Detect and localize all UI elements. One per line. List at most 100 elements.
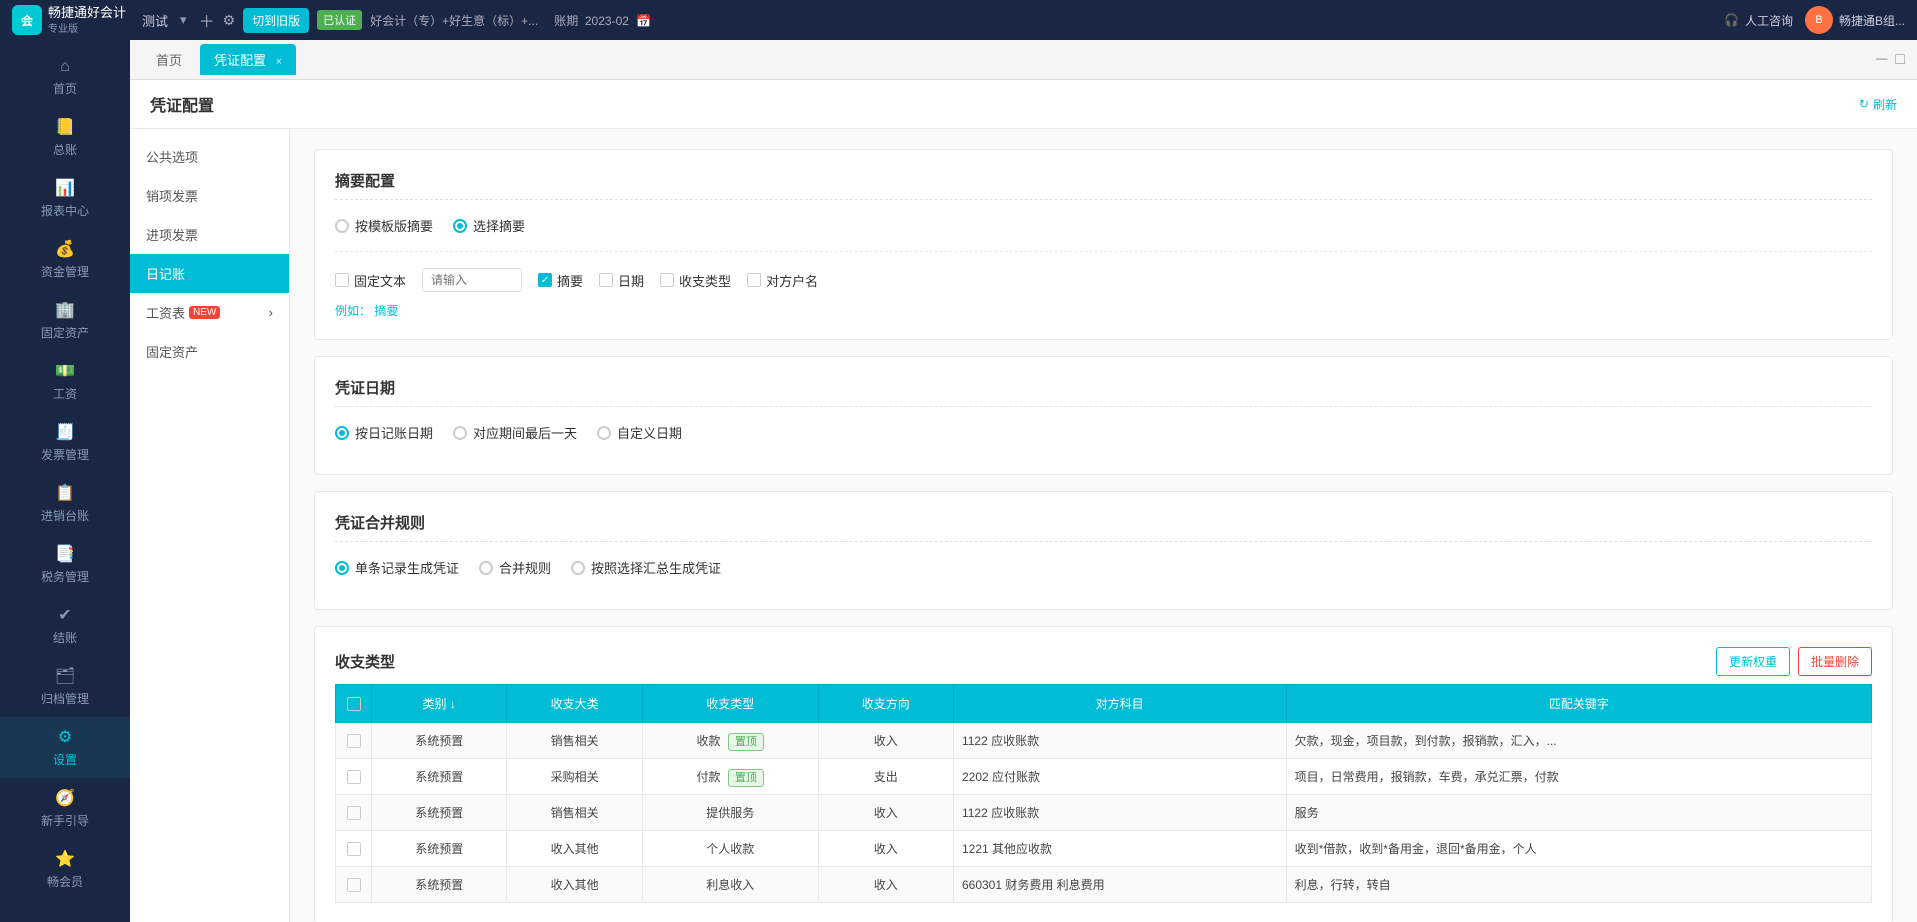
sidebar-item-salary[interactable]: 💵 工资 <box>0 351 130 412</box>
guide-icon: 🧭 <box>55 788 75 808</box>
sidebar-item-purchase[interactable]: 📋 进销台账 <box>0 473 130 534</box>
checkbox-income-type[interactable]: 收支类型 <box>660 271 731 290</box>
sidebar-label-home: 首页 <box>53 80 77 97</box>
td-direction-2: 支出 <box>818 759 953 795</box>
table-row: 系统预置 收入其他 个人收款 收入 1221 其他应收款 收到*借款，收到*备用… <box>336 831 1872 867</box>
sidebar-item-settings[interactable]: ⚙ 设置 <box>0 717 130 778</box>
radio-dot-journal-date <box>335 426 349 440</box>
checkbox-label-income-type: 收支类型 <box>679 271 731 290</box>
sidebar-item-home[interactable]: ⌂ 首页 <box>0 48 130 107</box>
td-major-5: 收入其他 <box>507 867 642 903</box>
consult-link[interactable]: 🎧 人工咨询 <box>1724 12 1793 29</box>
row-checkbox-4[interactable] <box>347 842 361 856</box>
radio-dot-single-record <box>335 561 349 575</box>
payroll-expand-icon[interactable]: › <box>269 305 273 320</box>
checkbox-box-fixed-text <box>335 273 349 287</box>
td-major-4: 收入其他 <box>507 831 642 867</box>
batch-delete-button[interactable]: 批量删除 <box>1798 647 1872 676</box>
td-major-2: 采购相关 <box>507 759 642 795</box>
left-nav-item-fixed-assets[interactable]: 固定资产 <box>130 332 289 371</box>
period-value: 2023-02 <box>585 14 629 28</box>
top-badge-2[interactable]: 置顶 <box>728 769 764 787</box>
checkbox-date[interactable]: 日期 <box>599 271 644 290</box>
member-icon: ⭐ <box>55 849 75 869</box>
td-account-3: 1122 应收账款 <box>953 795 1286 831</box>
sidebar-item-member[interactable]: ⭐ 畅会员 <box>0 839 130 900</box>
radio-custom-date[interactable]: 自定义日期 <box>597 423 682 442</box>
td-keywords-4: 收到*借款，收到*备用金，退回*备用金，个人 <box>1286 831 1871 867</box>
row-checkbox-5[interactable] <box>347 878 361 892</box>
radio-single-record[interactable]: 单条记录生成凭证 <box>335 558 459 577</box>
radio-dot-select <box>453 219 467 233</box>
tab-home[interactable]: 首页 <box>142 44 196 75</box>
row-checkbox-1[interactable] <box>347 734 361 748</box>
left-nav-item-purchase-invoice[interactable]: 进项发票 <box>130 215 289 254</box>
checkbox-counterparty[interactable]: 对方户名 <box>747 271 818 290</box>
sidebar-item-guide[interactable]: 🧭 新手引导 <box>0 778 130 839</box>
refresh-button[interactable]: ↻ 刷新 <box>1859 96 1897 113</box>
tab-actions: ─ □ <box>1876 51 1905 69</box>
summary-checkbox-group: 固定文本 ✓ 摘要 日期 <box>335 268 1872 292</box>
td-keywords-2: 项目，日常费用，报销款，车费，承兑汇票，付款 <box>1286 759 1871 795</box>
switch-version-button[interactable]: 切到旧版 <box>243 8 309 33</box>
radio-dot-merge-rule <box>479 561 493 575</box>
left-nav-item-journal[interactable]: 日记账 <box>130 254 289 293</box>
radio-label-period-last: 对应期间最后一天 <box>473 423 577 442</box>
dropdown-arrow-icon[interactable]: ▾ <box>180 12 187 28</box>
period-label: 账期 2023-02 📅 <box>554 12 651 29</box>
page-content: 公共选项 销项发票 进项发票 日记账 工资表 NEW <box>130 129 1917 922</box>
minimize-button[interactable]: ─ <box>1876 51 1887 69</box>
date-radio-group: 按日记账日期 对应期间最后一天 自定义日期 <box>335 423 1872 442</box>
radio-dot-aggregate <box>571 561 585 575</box>
tab-close-icon[interactable]: × <box>276 56 282 68</box>
checkbox-box-income-type <box>660 273 674 287</box>
sidebar-item-reports[interactable]: 📊 报表中心 <box>0 168 130 229</box>
tab-bar: 首页 凭证配置 × ─ □ <box>130 40 1917 80</box>
sidebar-label-settings: 设置 <box>53 751 77 768</box>
radio-label-select: 选择摘要 <box>473 216 525 235</box>
radio-by-journal-date[interactable]: 按日记账日期 <box>335 423 433 442</box>
top-bar-left: 会 畅捷通好会计 专业版 测试 ▾ ＋ ⚙ 切到旧版 已认证 好会计（专）+好生… <box>12 5 1724 36</box>
sidebar-item-settle[interactable]: ✔ 结账 <box>0 595 130 656</box>
sidebar-item-assets[interactable]: 🏢 固定资产 <box>0 290 130 351</box>
radio-dot-custom-date <box>597 426 611 440</box>
select-all-checkbox[interactable] <box>347 697 361 711</box>
maximize-button[interactable]: □ <box>1895 51 1905 69</box>
calendar-icon[interactable]: 📅 <box>636 14 651 28</box>
settings-icon[interactable]: ⚙ <box>223 12 236 29</box>
td-direction-5: 收入 <box>818 867 953 903</box>
radio-label-aggregate: 按照选择汇总生成凭证 <box>591 558 721 577</box>
radio-aggregate[interactable]: 按照选择汇总生成凭证 <box>571 558 721 577</box>
td-keywords-3: 服务 <box>1286 795 1871 831</box>
checkbox-summary[interactable]: ✓ 摘要 <box>538 271 583 290</box>
sidebar-item-tax[interactable]: 📑 税务管理 <box>0 534 130 595</box>
checkbox-box-summary: ✓ <box>538 273 552 287</box>
left-nav-item-payroll[interactable]: 工资表 NEW › <box>130 293 289 332</box>
sidebar-item-capital[interactable]: 💰 资金管理 <box>0 229 130 290</box>
row-checkbox-2[interactable] <box>347 770 361 784</box>
radio-select[interactable]: 选择摘要 <box>453 216 525 235</box>
sidebar-item-invoice[interactable]: 🧾 发票管理 <box>0 412 130 473</box>
radio-period-last[interactable]: 对应期间最后一天 <box>453 423 577 442</box>
top-badge-1[interactable]: 置顶 <box>728 733 764 751</box>
update-weight-button[interactable]: 更新权重 <box>1716 647 1790 676</box>
left-nav-item-public[interactable]: 公共选项 <box>130 137 289 176</box>
add-icon[interactable]: ＋ <box>199 8 215 32</box>
fixed-text-input[interactable] <box>422 268 522 292</box>
settle-icon: ✔ <box>58 605 71 625</box>
td-checkbox-5 <box>336 867 372 903</box>
radio-merge-rule[interactable]: 合并规则 <box>479 558 551 577</box>
sidebar-label-purchase: 进销台账 <box>41 507 89 524</box>
radio-template[interactable]: 按模板版摘要 <box>335 216 433 235</box>
row-checkbox-3[interactable] <box>347 806 361 820</box>
sidebar-item-ledger[interactable]: 📒 总账 <box>0 107 130 168</box>
td-account-5: 660301 财务费用 利息费用 <box>953 867 1286 903</box>
tab-voucher-config[interactable]: 凭证配置 × <box>200 44 296 75</box>
sidebar-item-archive[interactable]: 🗂 归档管理 <box>0 656 130 717</box>
left-nav-label-purchase-invoice: 进项发票 <box>146 225 198 244</box>
left-nav-item-sales-invoice[interactable]: 销项发票 <box>130 176 289 215</box>
left-nav-label-public: 公共选项 <box>146 147 198 166</box>
checkbox-fixed-text[interactable]: 固定文本 <box>335 271 406 290</box>
th-direction: 收支方向 <box>818 685 953 723</box>
period-label-text: 账期 <box>554 14 578 28</box>
